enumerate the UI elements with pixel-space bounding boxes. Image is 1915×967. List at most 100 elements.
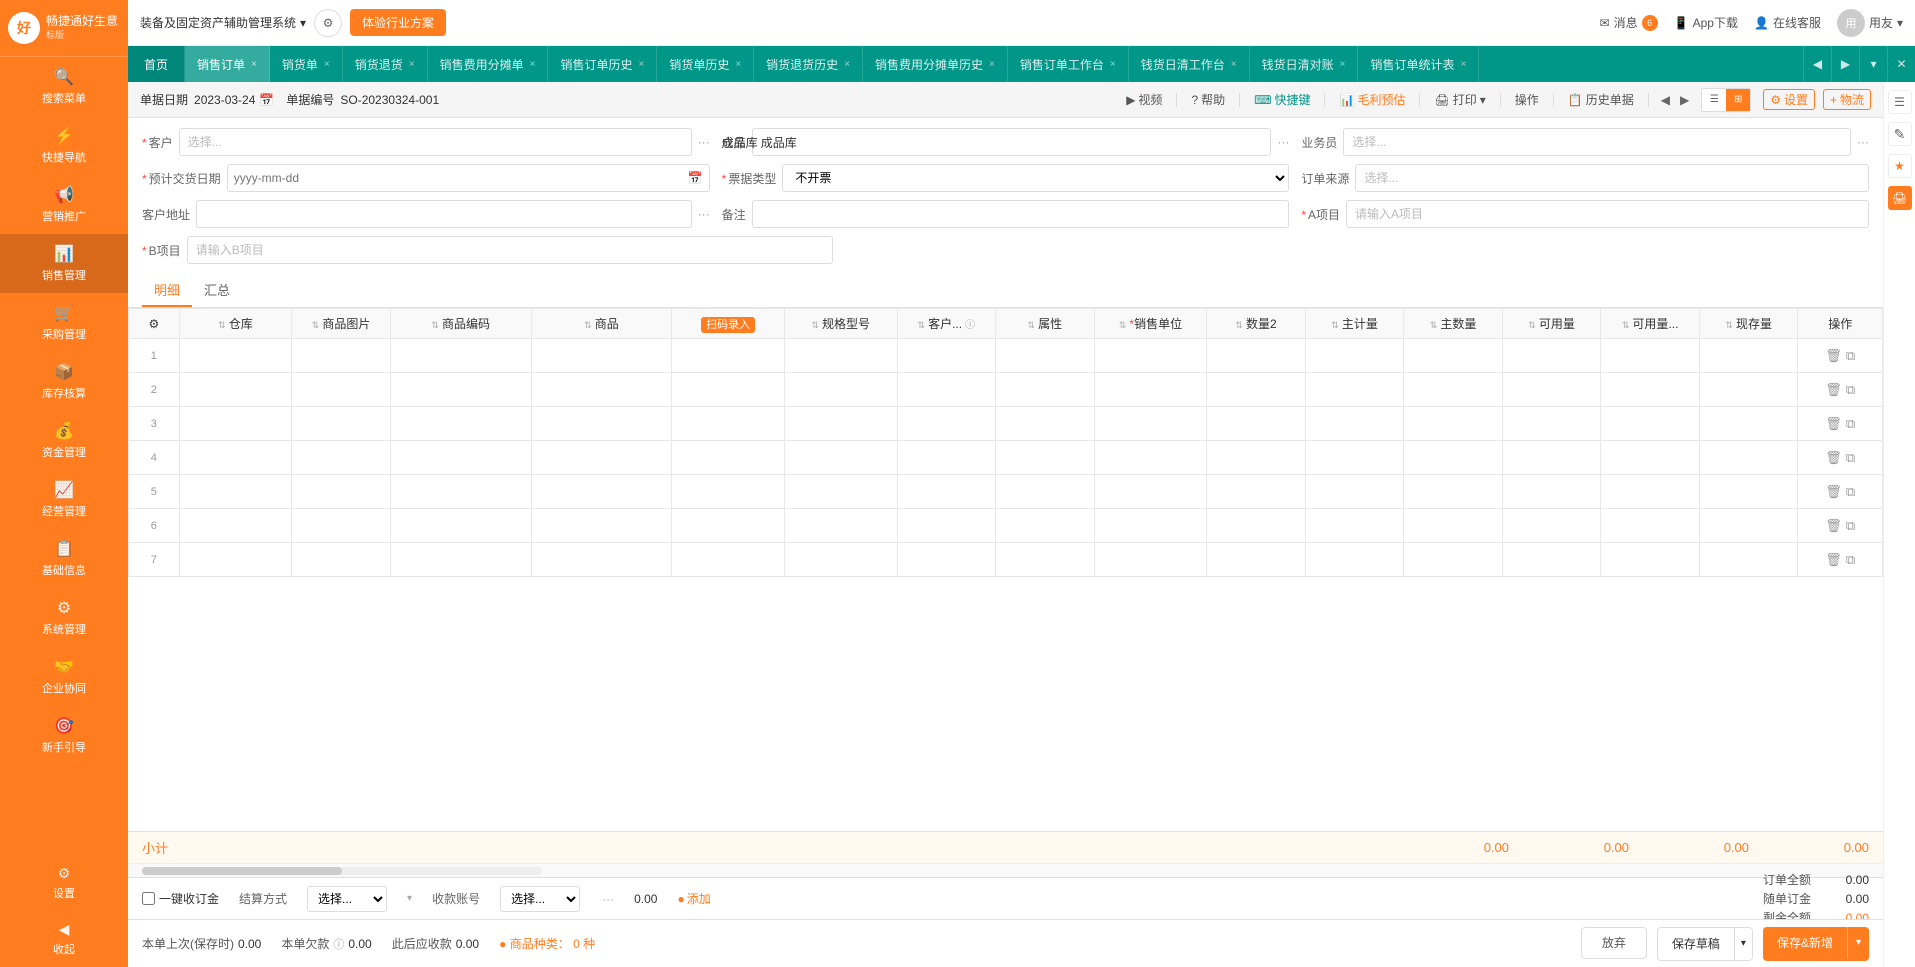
th-qty2[interactable]: ⇅ 数量2 [1207, 309, 1306, 339]
warehouse-dots[interactable]: ··· [1277, 135, 1289, 149]
account-dots[interactable]: ··· [602, 892, 614, 906]
save-draft-button[interactable]: 保存草稿 [1658, 928, 1734, 960]
cell-5-stock_qty[interactable] [1699, 475, 1798, 509]
cell-2-warehouse[interactable] [179, 373, 292, 407]
cell-2-avail_qty[interactable] [1502, 373, 1601, 407]
delete-btn-6[interactable]: 🗑 [1825, 518, 1842, 534]
cell-3-customer_code[interactable] [897, 407, 996, 441]
th-code[interactable]: ⇅ 商品编码 [390, 309, 531, 339]
cell-5-attr[interactable] [996, 475, 1095, 509]
calendar-icon[interactable]: 📅 [259, 93, 274, 107]
cell-4-main_qty[interactable] [1404, 441, 1503, 475]
cell-6-spec[interactable] [784, 509, 897, 543]
cell-7-gear[interactable]: 7 [129, 543, 180, 577]
scrollbar-thumb[interactable] [142, 867, 342, 875]
cell-1-avail_qty2[interactable] [1601, 339, 1700, 373]
sidebar-item-9[interactable]: ⚙系统管理 [0, 588, 128, 647]
invoice-select[interactable]: 不开票 [782, 164, 1289, 192]
th-warehouse[interactable]: ⇅ 仓库 [179, 309, 292, 339]
video-btn[interactable]: ▶ 视频 [1120, 89, 1168, 110]
message-btn[interactable]: ✉ 消息 6 [1600, 14, 1658, 31]
delete-btn-3[interactable]: 🗑 [1825, 416, 1842, 432]
tab-close-11[interactable]: × [1340, 59, 1346, 70]
cell-2-stock_qty[interactable] [1699, 373, 1798, 407]
save-draft-dropdown-button[interactable]: ▾ [1734, 928, 1752, 960]
tab-5[interactable]: 销售订单历史× [548, 46, 657, 82]
cell-4-qty2[interactable] [1207, 441, 1306, 475]
topbar-settings-button[interactable]: ⚙ [314, 9, 342, 37]
cell-2-code[interactable] [390, 373, 531, 407]
cell-4-avail_qty2[interactable] [1601, 441, 1700, 475]
tab-2[interactable]: 销货单× [270, 46, 343, 82]
tabbar-expand-btn[interactable]: ▾ [1859, 46, 1887, 82]
cell-6-attr[interactable] [996, 509, 1095, 543]
cell-3-code[interactable] [390, 407, 531, 441]
cell-6-code[interactable] [390, 509, 531, 543]
cell-6-qty2[interactable] [1207, 509, 1306, 543]
tab-12[interactable]: 销售订单统计表× [1358, 46, 1479, 82]
delete-btn-4[interactable]: 🗑 [1825, 450, 1842, 466]
cell-4-attr[interactable] [996, 441, 1095, 475]
cell-6-image[interactable] [292, 509, 391, 543]
settings-side-btn[interactable]: ⚙ 设置 [1763, 89, 1815, 110]
account-select[interactable]: 选择... [500, 886, 580, 912]
tab-close-12[interactable]: × [1460, 59, 1466, 70]
tab-4[interactable]: 销售费用分摊单× [428, 46, 549, 82]
tabbar-close-btn[interactable]: ✕ [1887, 46, 1915, 82]
cell-5-image[interactable] [292, 475, 391, 509]
tabbar-prev-btn[interactable]: ◀ [1803, 46, 1831, 82]
cell-5-gear[interactable]: 5 [129, 475, 180, 509]
tab-7[interactable]: 销货退货历史× [754, 46, 863, 82]
tab-9[interactable]: 销售订单工作台× [1008, 46, 1129, 82]
cell-6-warehouse[interactable] [179, 509, 292, 543]
cell-6-stock_qty[interactable] [1699, 509, 1798, 543]
cell-1-customer_code[interactable] [897, 339, 996, 373]
tab-close-2[interactable]: × [324, 59, 330, 70]
online-service-btn[interactable]: 👤 在线客服 [1754, 14, 1821, 31]
cell-7-avail_qty2[interactable] [1601, 543, 1700, 577]
sidebar-item-3[interactable]: 📊销售管理 [0, 234, 128, 293]
delete-btn-1[interactable]: 🗑 [1825, 348, 1842, 364]
discard-button[interactable]: 放弃 [1581, 927, 1647, 959]
history-btn[interactable]: 📋 历史单据 [1562, 89, 1640, 110]
system-name[interactable]: 装备及固定资产辅助管理系统 ▾ [140, 14, 306, 31]
sidebar-item-8[interactable]: 📋基础信息 [0, 529, 128, 588]
cell-1-gear[interactable]: 1 [129, 339, 180, 373]
tab-3[interactable]: 销货退货× [343, 46, 428, 82]
profit-btn[interactable]: 📊 毛利预估 [1333, 89, 1411, 110]
industry-btn[interactable]: 体验行业方案 [350, 9, 446, 36]
cell-4-stock_qty[interactable] [1699, 441, 1798, 475]
cell-5-name[interactable] [531, 475, 672, 509]
copy-btn-6[interactable]: ⧉ [1846, 518, 1855, 534]
cell-7-qty2[interactable] [1207, 543, 1306, 577]
cell-4-spec[interactable] [784, 441, 897, 475]
ops-btn[interactable]: 操作 [1509, 89, 1545, 110]
cell-2-main_unit[interactable] [1305, 373, 1404, 407]
tab-11[interactable]: 钱货日清对账× [1250, 46, 1359, 82]
sidebar-item-4[interactable]: 🛒采购管理 [0, 293, 128, 352]
add-logistics-btn[interactable]: + 物流 [1823, 89, 1871, 110]
cell-1-unit[interactable] [1094, 339, 1207, 373]
a-project-input[interactable] [1346, 200, 1869, 228]
cell-2-gear[interactable]: 2 [129, 373, 180, 407]
cell-7-main_unit[interactable] [1305, 543, 1404, 577]
customer-input[interactable] [179, 128, 692, 156]
next-record-btn[interactable]: ▶ [1676, 93, 1693, 107]
save-new-dropdown-button[interactable]: ▾ [1847, 927, 1869, 959]
cell-3-avail_qty[interactable] [1502, 407, 1601, 441]
delivery-date-input[interactable] [234, 171, 684, 185]
staff-dots[interactable]: ··· [1857, 135, 1869, 149]
cell-1-main_qty[interactable] [1404, 339, 1503, 373]
cell-3-unit[interactable] [1094, 407, 1207, 441]
cell-3-image[interactable] [292, 407, 391, 441]
cell-2-spec[interactable] [784, 373, 897, 407]
th-attr[interactable]: ⇅ 属性 [996, 309, 1095, 339]
tab-close-3[interactable]: × [409, 59, 415, 70]
cell-3-main_unit[interactable] [1305, 407, 1404, 441]
th-actions[interactable]: 操作 [1798, 309, 1883, 339]
tab-close-10[interactable]: × [1231, 59, 1237, 70]
cell-3-attr[interactable] [996, 407, 1095, 441]
cell-7-avail_qty[interactable] [1502, 543, 1601, 577]
tabbar-next-btn[interactable]: ▶ [1831, 46, 1859, 82]
cell-4-name[interactable] [531, 441, 672, 475]
